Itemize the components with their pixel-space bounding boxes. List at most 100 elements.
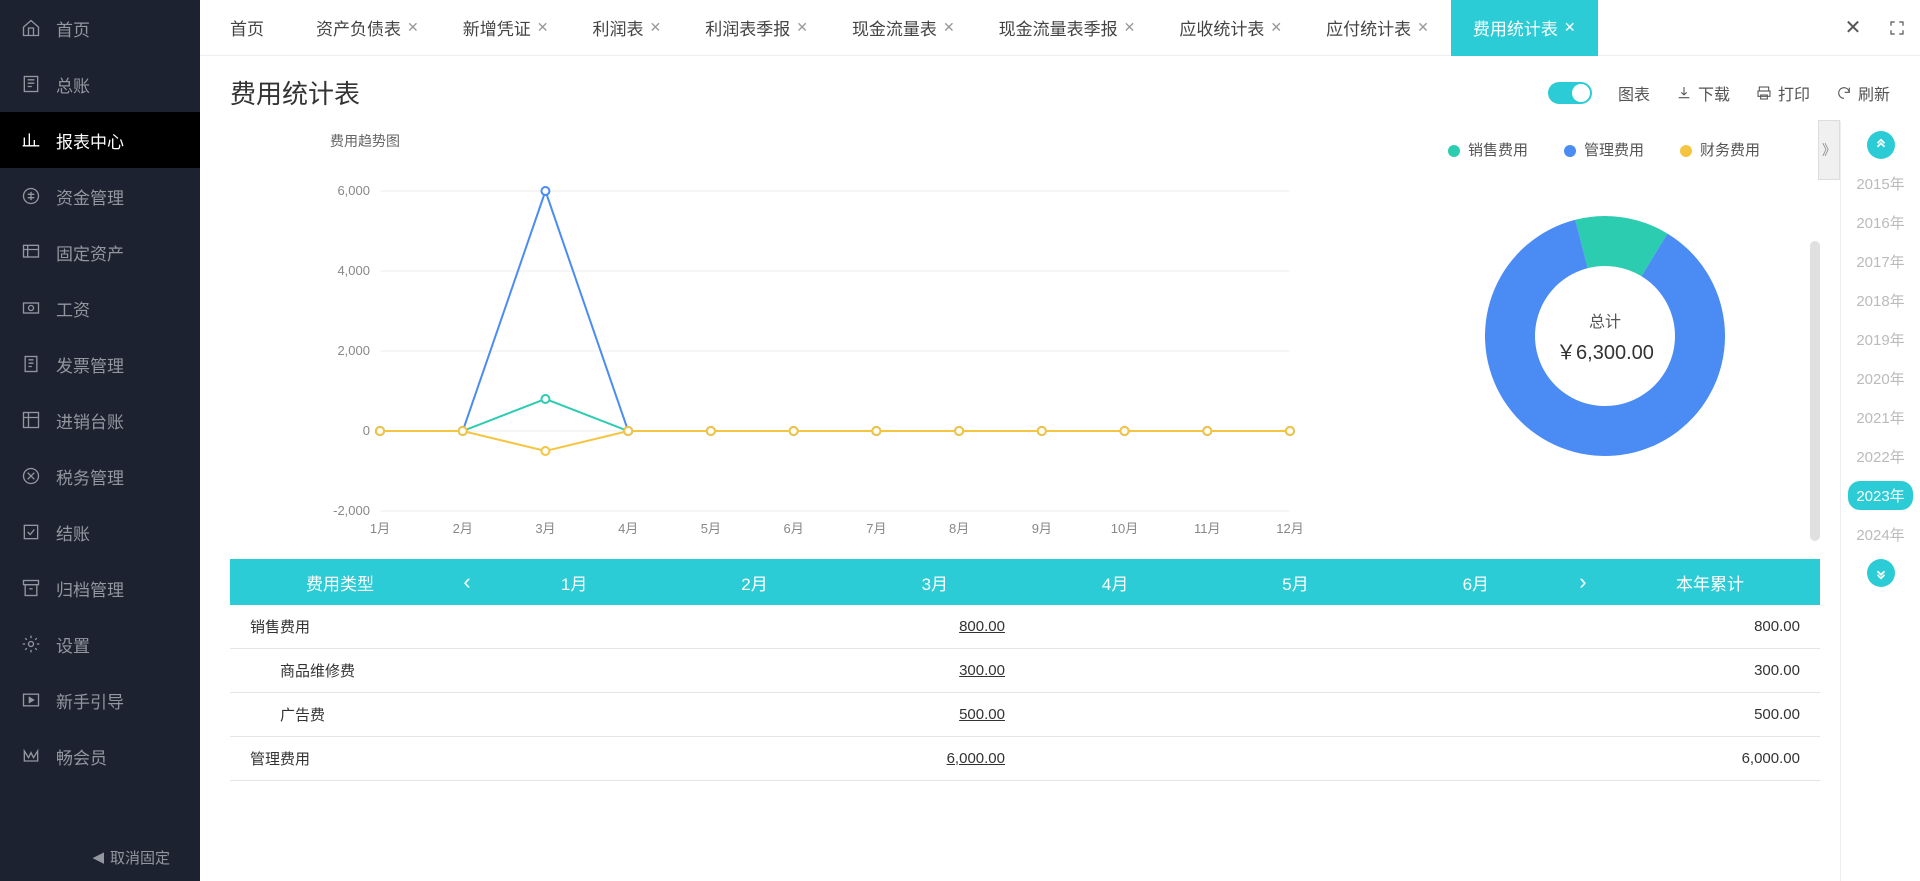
table-row: 广告费500.00500.00: [230, 693, 1820, 737]
svg-text:7月: 7月: [866, 521, 886, 536]
sidebar-item-label: 总账: [56, 72, 90, 97]
year-item[interactable]: 2022年: [1848, 442, 1912, 471]
legend-item[interactable]: 财务费用: [1680, 139, 1760, 160]
settings-icon: [20, 633, 42, 655]
tab-close-icon[interactable]: ✕: [537, 19, 549, 36]
sidebar-item-close-period[interactable]: 结账: [0, 504, 200, 560]
year-scroll-up-icon[interactable]: [1867, 131, 1895, 159]
tab-2[interactable]: 新增凭证✕: [441, 0, 571, 56]
download-button[interactable]: 下载: [1676, 81, 1730, 105]
tab-close-icon[interactable]: ✕: [649, 19, 661, 36]
sidebar-item-funds[interactable]: 资金管理: [0, 168, 200, 224]
refresh-button[interactable]: 刷新: [1836, 81, 1890, 105]
ledger-icon: [20, 73, 42, 95]
sidebar-item-label: 进销台账: [56, 408, 124, 433]
cell-type: 管理费用: [230, 748, 450, 769]
col-type: 费用类型: [230, 570, 450, 595]
cell-month[interactable]: 500.00: [845, 706, 1025, 723]
tab-close-icon[interactable]: ✕: [943, 19, 955, 36]
cell-month[interactable]: 800.00: [845, 618, 1025, 635]
legend-item[interactable]: 销售费用: [1448, 139, 1528, 160]
svg-text:5月: 5月: [701, 521, 721, 536]
close-all-tabs-icon[interactable]: ✕: [1840, 15, 1866, 41]
svg-text:12月: 12月: [1276, 521, 1303, 536]
cell-total: 300.00: [1600, 662, 1820, 679]
tab-close-icon[interactable]: ✕: [407, 19, 419, 36]
vertical-scrollbar[interactable]: [1810, 241, 1820, 541]
sidebar-unpin-button[interactable]: ◀取消固定: [0, 833, 200, 881]
tab-label: 费用统计表: [1473, 15, 1558, 40]
tab-1[interactable]: 资产负债表✕: [294, 0, 441, 56]
table-next-months-icon[interactable]: ›: [1566, 569, 1600, 595]
tab-close-icon[interactable]: ✕: [1417, 19, 1429, 36]
sidebar-item-archive[interactable]: 归档管理: [0, 560, 200, 616]
svg-text:4月: 4月: [618, 521, 638, 536]
assets-icon: [20, 241, 42, 263]
line-chart: -2,00002,0004,0006,0001月2月3月4月5月6月7月8月9月…: [320, 171, 1310, 561]
sidebar-item-ledger[interactable]: 总账: [0, 56, 200, 112]
cell-month[interactable]: 6,000.00: [845, 750, 1025, 767]
year-item[interactable]: 2017年: [1848, 247, 1912, 276]
sidebar-item-assets[interactable]: 固定资产: [0, 224, 200, 280]
year-item[interactable]: 2024年: [1848, 520, 1912, 549]
sidebar-item-reports[interactable]: 报表中心: [0, 112, 200, 168]
sidebar-item-vip[interactable]: 畅会员: [0, 728, 200, 784]
sidebar-item-tax[interactable]: 税务管理: [0, 448, 200, 504]
tab-close-icon[interactable]: ✕: [1270, 19, 1282, 36]
year-item[interactable]: 2015年: [1848, 169, 1912, 198]
cell-month[interactable]: 300.00: [845, 662, 1025, 679]
tab-close-icon[interactable]: ✕: [1124, 19, 1136, 36]
legend-item[interactable]: 管理费用: [1564, 139, 1644, 160]
tab-close-icon[interactable]: ✕: [1564, 19, 1576, 36]
sidebar-item-inventory[interactable]: 进销台账: [0, 392, 200, 448]
year-item[interactable]: 2021年: [1848, 403, 1912, 432]
chart-toggle-label: 图表: [1618, 81, 1650, 105]
tab-close-icon[interactable]: ✕: [796, 19, 808, 36]
sidebar-item-label: 设置: [56, 632, 90, 657]
inventory-icon: [20, 409, 42, 431]
sidebar-item-label: 归档管理: [56, 576, 124, 601]
guide-icon: [20, 689, 42, 711]
sidebar: 首页总账报表中心资金管理固定资产工资发票管理进销台账税务管理结账归档管理设置新手…: [0, 0, 200, 881]
sidebar-item-home[interactable]: 首页: [0, 0, 200, 56]
collapse-year-rail-icon[interactable]: 》: [1818, 120, 1840, 180]
sidebar-item-label: 畅会员: [56, 744, 107, 769]
cell-total: 6,000.00: [1600, 750, 1820, 767]
tab-label: 利润表季报: [705, 15, 790, 40]
year-item[interactable]: 2019年: [1848, 325, 1912, 354]
fullscreen-icon[interactable]: [1884, 15, 1910, 41]
year-item[interactable]: 2023年: [1848, 481, 1912, 510]
year-scroll-down-icon[interactable]: [1867, 559, 1895, 587]
tab-9[interactable]: 费用统计表 ✕: [1451, 0, 1598, 56]
tab-3[interactable]: 利润表✕: [570, 0, 683, 56]
tab-6[interactable]: 现金流量表季报✕: [977, 0, 1158, 56]
tab-0[interactable]: 首页: [200, 0, 294, 56]
tab-label: 应收统计表: [1179, 15, 1264, 40]
col-month: 2月: [664, 570, 844, 595]
svg-text:1月: 1月: [370, 521, 390, 536]
col-month: 4月: [1025, 570, 1205, 595]
print-button[interactable]: 打印: [1756, 81, 1810, 105]
table-row: 管理费用 6,000.00 6,000.00: [230, 737, 1820, 781]
sidebar-item-settings[interactable]: 设置: [0, 616, 200, 672]
tab-8[interactable]: 应付统计表✕: [1304, 0, 1451, 56]
table-prev-months-icon[interactable]: ‹: [450, 569, 484, 595]
reports-icon: [20, 129, 42, 151]
close-period-icon: [20, 521, 42, 543]
svg-text:11月: 11月: [1194, 521, 1221, 536]
tab-5[interactable]: 现金流量表✕: [830, 0, 977, 56]
table-row: 销售费用800.00800.00: [230, 605, 1820, 649]
year-item[interactable]: 2018年: [1848, 286, 1912, 315]
table-row: 商品维修费300.00300.00: [230, 649, 1820, 693]
chart-toggle[interactable]: [1548, 82, 1592, 104]
tab-4[interactable]: 利润表季报 ✕: [683, 0, 830, 56]
page-title: 费用统计表: [230, 74, 360, 111]
year-item[interactable]: 2020年: [1848, 364, 1912, 393]
sidebar-item-invoice[interactable]: 发票管理: [0, 336, 200, 392]
svg-text:4,000: 4,000: [337, 263, 370, 278]
sidebar-item-guide[interactable]: 新手引导: [0, 672, 200, 728]
tab-7[interactable]: 应收统计表 ✕: [1157, 0, 1304, 56]
home-icon: [20, 17, 42, 39]
year-item[interactable]: 2016年: [1848, 208, 1912, 237]
sidebar-item-salary[interactable]: 工资: [0, 280, 200, 336]
